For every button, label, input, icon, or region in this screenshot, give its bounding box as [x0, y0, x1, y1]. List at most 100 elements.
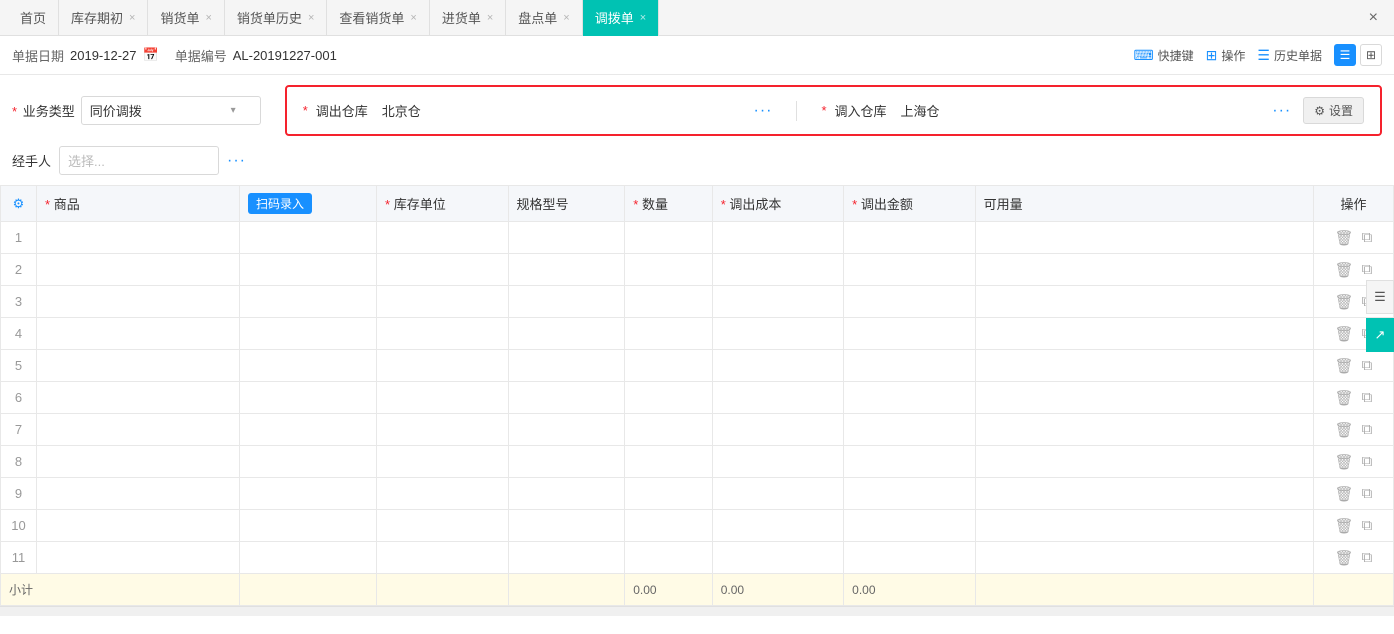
delete-icon[interactable]: 🗑	[1335, 261, 1354, 279]
agent-row: 经手人 选择... ···	[12, 146, 1382, 175]
close-tab-view-sales[interactable]: ×	[410, 12, 416, 24]
close-tab-sales-history[interactable]: ×	[308, 12, 314, 24]
table-gear-icon[interactable]: ⚙	[13, 196, 25, 211]
table-row: 2🗑⧉	[1, 254, 1394, 286]
doc-number-field: 单据编号 AL-20191227-001	[175, 46, 337, 65]
table-wrap: ⚙ * 商品 扫码录入 * 库存单位 规格型号 *	[0, 185, 1394, 606]
history-btn[interactable]: ☰ 历史单据	[1257, 47, 1322, 64]
table-row: 4🗑⧉	[1, 318, 1394, 350]
warehouse-out-field: * 调出仓库 北京仓 ···	[303, 101, 773, 120]
warehouse-box: * 调出仓库 北京仓 ··· * 调入仓库 上海仓 ··· ⚙ 设置	[285, 85, 1382, 136]
table-row: 5🗑⧉	[1, 350, 1394, 382]
agent-more-btn[interactable]: ···	[227, 152, 246, 170]
biz-type-label: * 业务类型	[12, 101, 75, 120]
close-tab-inventory-init[interactable]: ×	[129, 12, 135, 24]
copy-icon[interactable]: ⧉	[1362, 549, 1373, 566]
copy-icon[interactable]: ⧉	[1362, 485, 1373, 502]
table-row: 6🗑⧉	[1, 382, 1394, 414]
agent-select[interactable]: 选择...	[59, 146, 219, 175]
close-tab-sales-order[interactable]: ×	[205, 12, 211, 24]
warehouse-in-field: * 调入仓库 上海仓 ···	[821, 101, 1291, 120]
settings-btn[interactable]: ⚙ 设置	[1303, 97, 1364, 124]
grid-view-btn[interactable]: ⊞	[1360, 44, 1382, 66]
tab-sales-history[interactable]: 销货单历史 ×	[225, 0, 327, 36]
tab-transfer[interactable]: 调拨单 ×	[583, 0, 659, 36]
scan-btn[interactable]: 扫码录入	[248, 193, 312, 214]
th-goods: * 商品	[37, 186, 240, 222]
warehouse-in-required: *	[821, 103, 826, 118]
th-amount: * 调出金额	[844, 186, 975, 222]
tab-inventory-init[interactable]: 库存期初 ×	[59, 0, 148, 36]
delete-icon[interactable]: 🗑	[1335, 325, 1354, 343]
table-row: 11🗑⧉	[1, 542, 1394, 574]
copy-icon[interactable]: ⧉	[1362, 357, 1373, 374]
side-float-panel: ☰ ↗	[1366, 280, 1394, 352]
biz-type-arrow-icon: ▾	[231, 105, 236, 116]
table-row: 7🗑⧉	[1, 414, 1394, 446]
tab-view-sales[interactable]: 查看销货单 ×	[327, 0, 429, 36]
table-row: 10🗑⧉	[1, 510, 1394, 542]
table-row: 9🗑⧉	[1, 478, 1394, 510]
table-header-row: ⚙ * 商品 扫码录入 * 库存单位 规格型号 *	[1, 186, 1394, 222]
biz-type-field: * 业务类型 同价调拨 ▾	[12, 96, 261, 125]
date-field: 单据日期 2019-12-27 📅	[12, 46, 159, 65]
subtotal-row: 小计 0.00 0.00 0.00	[1, 574, 1394, 606]
side-list-btn[interactable]: ☰	[1366, 280, 1394, 314]
shortcuts-icon: ⌨	[1133, 47, 1153, 64]
biz-type-row: * 业务类型 同价调拨 ▾ * 调出仓库 北京仓 ··· *	[12, 85, 1382, 136]
warehouse-divider	[796, 101, 797, 121]
tab-bar: 首页 库存期初 × 销货单 × 销货单历史 × 查看销货单 × 进货单 × 盘点…	[0, 0, 1394, 36]
delete-icon[interactable]: 🗑	[1335, 293, 1354, 311]
list-view-btn[interactable]: ☰	[1334, 44, 1356, 66]
warehouse-out-required: *	[303, 103, 308, 118]
form-area: * 业务类型 同价调拨 ▾ * 调出仓库 北京仓 ··· *	[0, 75, 1394, 185]
delete-icon[interactable]: 🗑	[1335, 357, 1354, 375]
copy-icon[interactable]: ⧉	[1362, 517, 1373, 534]
th-available: 可用量	[975, 186, 1313, 222]
grid-icon: ⊞	[1206, 47, 1218, 64]
warehouse-in-more-btn[interactable]: ···	[1272, 102, 1291, 120]
close-tab-stocktake[interactable]: ×	[563, 12, 569, 24]
calendar-icon[interactable]: 📅	[143, 47, 159, 63]
items-table: ⚙ * 商品 扫码录入 * 库存单位 规格型号 *	[0, 185, 1394, 606]
th-cost: * 调出成本	[712, 186, 843, 222]
copy-icon[interactable]: ⧉	[1362, 389, 1373, 406]
close-tab-transfer[interactable]: ×	[640, 12, 646, 24]
operations-btn[interactable]: ⊞ 操作	[1206, 47, 1246, 64]
delete-icon[interactable]: 🗑	[1335, 549, 1354, 567]
biz-type-select[interactable]: 同价调拨 ▾	[81, 96, 261, 125]
th-unit: * 库存单位	[377, 186, 508, 222]
tab-sales-order[interactable]: 销货单 ×	[148, 0, 224, 36]
side-export-btn[interactable]: ↗	[1366, 318, 1394, 352]
close-all-tabs[interactable]: ×	[1361, 9, 1386, 27]
tab-stocktake[interactable]: 盘点单 ×	[506, 0, 582, 36]
delete-icon[interactable]: 🗑	[1335, 421, 1354, 439]
tab-purchase-order[interactable]: 进货单 ×	[430, 0, 506, 36]
th-op: 操作	[1314, 186, 1394, 222]
close-tab-purchase-order[interactable]: ×	[487, 12, 493, 24]
delete-icon[interactable]: 🗑	[1335, 229, 1354, 247]
th-qty: * 数量	[625, 186, 712, 222]
gear-icon: ⚙	[1314, 104, 1325, 118]
th-settings[interactable]: ⚙	[1, 186, 37, 222]
table-row: 8🗑⧉	[1, 446, 1394, 478]
horizontal-scrollbar[interactable]	[0, 606, 1394, 616]
th-scan: 扫码录入	[240, 186, 377, 222]
table-row: 1🗑⧉	[1, 222, 1394, 254]
tab-home[interactable]: 首页	[8, 0, 59, 36]
copy-icon[interactable]: ⧉	[1362, 229, 1373, 246]
copy-icon[interactable]: ⧉	[1362, 421, 1373, 438]
warehouse-out-more-btn[interactable]: ···	[753, 102, 772, 120]
th-spec: 规格型号	[508, 186, 625, 222]
table-row: 3🗑⧉	[1, 286, 1394, 318]
toolbar: 单据日期 2019-12-27 📅 单据编号 AL-20191227-001 ⌨…	[0, 36, 1394, 75]
copy-icon[interactable]: ⧉	[1362, 261, 1373, 278]
shortcuts-btn[interactable]: ⌨ 快捷键	[1133, 47, 1193, 64]
delete-icon[interactable]: 🗑	[1335, 453, 1354, 471]
delete-icon[interactable]: 🗑	[1335, 517, 1354, 535]
delete-icon[interactable]: 🗑	[1335, 389, 1354, 407]
delete-icon[interactable]: 🗑	[1335, 485, 1354, 503]
copy-icon[interactable]: ⧉	[1362, 453, 1373, 470]
history-icon: ☰	[1257, 47, 1270, 64]
toolbar-right: ⌨ 快捷键 ⊞ 操作 ☰ 历史单据 ☰ ⊞	[1133, 44, 1382, 66]
